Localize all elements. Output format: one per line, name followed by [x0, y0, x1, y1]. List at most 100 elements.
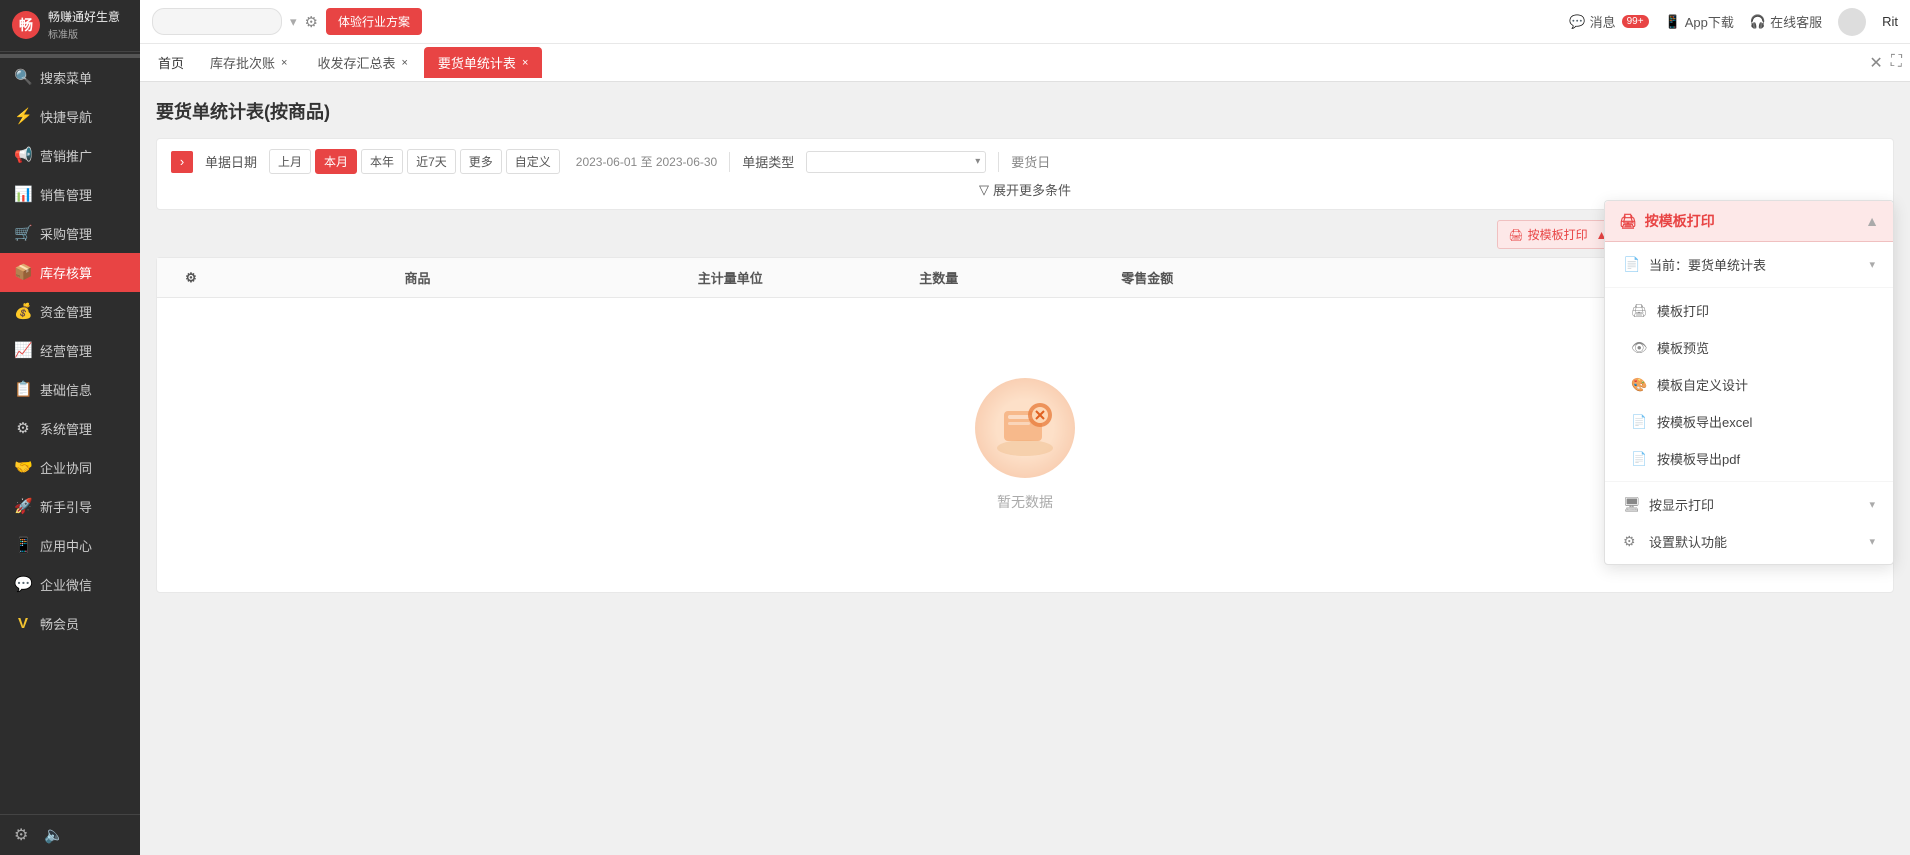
pd-template-design[interactable]: 🎨 模板自定义设计: [1605, 366, 1893, 403]
filter-divider: [729, 152, 730, 172]
sidebar-item-label: 经营管理: [40, 341, 92, 360]
tab-order-stats[interactable]: 要货单统计表 ×: [424, 47, 542, 78]
pd-header-title: 🖨 按模板打印: [1619, 211, 1715, 231]
logo-edition: 标准版: [48, 26, 120, 41]
sidebar-logo: 畅 畅赚通好生意 标准版: [0, 0, 140, 52]
sidebar-item-label: 基础信息: [40, 380, 92, 399]
expand-label: 展开更多条件: [993, 180, 1071, 199]
sidebar-item-label: 采购管理: [40, 224, 92, 243]
tab-batch-close[interactable]: ×: [281, 57, 287, 69]
date-range-display: 2023-06-01 至 2023-06-30: [576, 153, 717, 170]
message-item[interactable]: 💬 消息 99+: [1569, 12, 1648, 31]
guide-icon: 🚀: [14, 497, 32, 515]
order-type-select-wrap: [806, 151, 986, 173]
sidebar-item-member[interactable]: V 畅会员: [0, 604, 140, 643]
filter-expand-toggle[interactable]: ›: [171, 151, 193, 173]
pd-default-func[interactable]: ⚙ 设置默认功能 ▾: [1605, 523, 1893, 560]
pd-chevron-up-icon[interactable]: ▲: [1865, 213, 1879, 229]
shortcut-icon: ⚡: [14, 107, 32, 125]
pd-display-print[interactable]: 🖥 按显示打印 ▾: [1605, 486, 1893, 523]
empty-text: 暂无数据: [997, 492, 1053, 512]
sidebar-item-shortcut[interactable]: ⚡ 快捷导航: [0, 97, 140, 136]
close-window-icon[interactable]: ✕: [1869, 53, 1882, 73]
pd-export-excel[interactable]: 📄 按模板导出excel: [1605, 403, 1893, 440]
print-btn[interactable]: 🖨 按模板打印 ▲: [1497, 220, 1618, 249]
sidebar-item-basic[interactable]: 📋 基础信息: [0, 370, 140, 409]
date-7d-btn[interactable]: 近7天: [407, 149, 456, 174]
pd-display-print-label: 按显示打印: [1649, 495, 1714, 514]
app-download-item[interactable]: 📱 App下载: [1665, 12, 1734, 31]
sidebar-item-search[interactable]: 🔍 搜索菜单: [0, 58, 140, 97]
pd-template-print[interactable]: 🖨 模板打印: [1605, 292, 1893, 329]
logo-name: 畅赚通好生意: [48, 10, 120, 26]
sidebar-item-operation[interactable]: 📈 经营管理: [0, 331, 140, 370]
topbar-gear-icon[interactable]: ⚙: [305, 13, 318, 31]
sidebar-item-label: 系统管理: [40, 419, 92, 438]
tab-home[interactable]: 首页: [148, 47, 194, 78]
print-btn-label: 按模板打印: [1528, 226, 1588, 243]
settings-icon[interactable]: ⚙: [14, 825, 28, 845]
pd-template-print-label: 模板打印: [1657, 301, 1709, 320]
online-service-item[interactable]: 🎧 在线客服: [1750, 12, 1822, 31]
print-dropdown: 🖨 按模板打印 ▲ 📄 当前：要货单统计表 ▾ 🖨 模板打印: [1604, 200, 1894, 565]
pd-current-item[interactable]: 📄 当前：要货单统计表 ▾: [1605, 246, 1893, 283]
date-filter-label: 单据日期: [205, 152, 257, 171]
tab-collection-close[interactable]: ×: [401, 57, 407, 69]
topbar-chevron-icon[interactable]: ▾: [290, 14, 297, 30]
content-area: 要货单统计表(按商品) › 单据日期 上月 本月 本年 近7天 更多 自定义 2…: [140, 82, 1910, 855]
pd-header-label: 按模板打印: [1645, 211, 1715, 231]
sidebar-item-finance[interactable]: 💰 资金管理: [0, 292, 140, 331]
order-type-select[interactable]: [806, 151, 986, 173]
sidebar-item-label: 新手引导: [40, 497, 92, 516]
pd-current-arrow: ▾: [1869, 258, 1875, 271]
sound-icon[interactable]: 🔈: [44, 825, 64, 845]
date-more-btn[interactable]: 更多: [460, 149, 502, 174]
sidebar: 畅 畅赚通好生意 标准版 🔍 搜索菜单 ⚡ 快捷导航 📢 营销推广 📊 销售管理…: [0, 0, 140, 855]
sidebar-item-purchase[interactable]: 🛒 采购管理: [0, 214, 140, 253]
pd-template-preview[interactable]: 👁 模板预览: [1605, 329, 1893, 366]
sidebar-nav: 🔍 搜索菜单 ⚡ 快捷导航 📢 营销推广 📊 销售管理 🛒 采购管理 📦 库存核…: [0, 58, 140, 814]
sidebar-item-appstore[interactable]: 📱 应用中心: [0, 526, 140, 565]
filter-divider2: [998, 152, 999, 172]
pd-template-preview-icon: 👁: [1631, 340, 1647, 356]
sidebar-item-system[interactable]: ⚙ 系统管理: [0, 409, 140, 448]
date-curr-btn[interactable]: 本月: [315, 149, 357, 174]
pd-export-pdf[interactable]: 📄 按模板导出pdf: [1605, 440, 1893, 477]
avatar[interactable]: [1838, 8, 1866, 36]
page-title: 要货单统计表(按商品): [156, 98, 1894, 124]
date-prev-btn[interactable]: 上月: [269, 149, 311, 174]
sidebar-item-wechat[interactable]: 💬 企业微信: [0, 565, 140, 604]
tab-collection[interactable]: 收发存汇总表 ×: [303, 47, 421, 78]
pd-default-arrow: ▾: [1869, 535, 1875, 548]
app-icon: 📱: [1665, 14, 1681, 30]
inventory-icon: 📦: [14, 263, 32, 281]
pd-header: 🖨 按模板打印 ▲: [1605, 201, 1893, 242]
sidebar-item-inventory[interactable]: 📦 库存核算: [0, 253, 140, 292]
pd-current-icon: 📄: [1623, 256, 1639, 273]
order-date-label: 要货日: [1011, 152, 1050, 171]
expand-btn[interactable]: ▽ 展开更多条件: [171, 180, 1879, 199]
pd-current-section: 📄 当前：要货单统计表 ▾: [1605, 242, 1893, 288]
system-icon: ⚙: [14, 419, 32, 437]
sidebar-item-guide[interactable]: 🚀 新手引导: [0, 487, 140, 526]
pd-default-func-label: 设置默认功能: [1649, 532, 1727, 551]
pd-default-func-icon: ⚙: [1623, 533, 1639, 550]
tab-batch[interactable]: 库存批次账 ×: [196, 47, 301, 78]
tab-order-stats-close[interactable]: ×: [522, 57, 528, 69]
operation-icon: 📈: [14, 341, 32, 359]
tab-controls: ✕ ⛶: [1869, 53, 1902, 73]
pd-template-design-label: 模板自定义设计: [1657, 375, 1748, 394]
maximize-icon[interactable]: ⛶: [1891, 53, 1902, 73]
pd-print-icon: 🖨: [1619, 213, 1637, 230]
date-custom-btn[interactable]: 自定义: [506, 149, 560, 174]
sidebar-item-sales[interactable]: 📊 销售管理: [0, 175, 140, 214]
sidebar-item-label: 资金管理: [40, 302, 92, 321]
sidebar-item-enterprise[interactable]: 🤝 企业协同: [0, 448, 140, 487]
trial-btn[interactable]: 体验行业方案: [326, 8, 422, 35]
member-icon: V: [14, 615, 32, 632]
logo-icon: 畅: [12, 11, 40, 39]
sidebar-item-marketing[interactable]: 📢 营销推广: [0, 136, 140, 175]
wechat-icon: 💬: [14, 575, 32, 593]
sidebar-item-label: 搜索菜单: [40, 68, 92, 87]
date-year-btn[interactable]: 本年: [361, 149, 403, 174]
